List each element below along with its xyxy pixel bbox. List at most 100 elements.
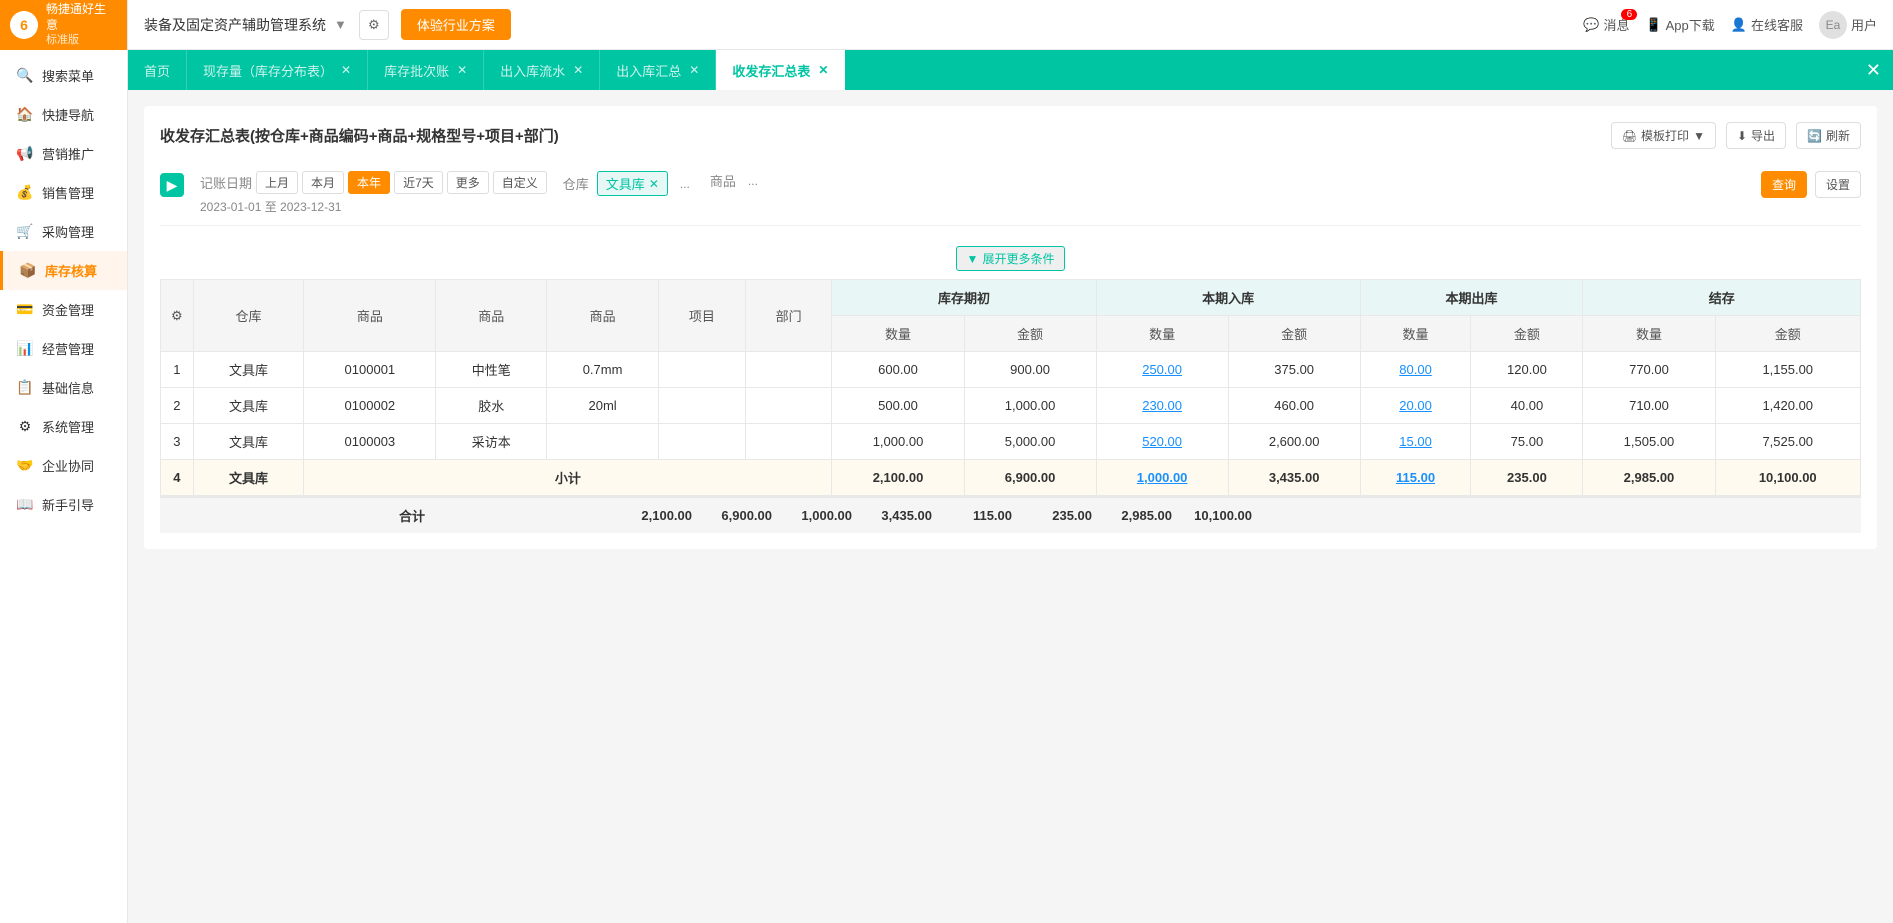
sidebar-item-finance[interactable]: 💳 资金管理 (0, 290, 127, 329)
sidebar-item-inventory[interactable]: 📦 库存核算 (0, 251, 127, 290)
sidebar-item-system[interactable]: ⚙ 系统管理 (0, 407, 127, 446)
footer-row: 合计 2,100.00 6,900.00 1,000.00 3,435.00 1… (170, 506, 1851, 525)
table-footer: 合计 2,100.00 6,900.00 1,000.00 3,435.00 1… (160, 496, 1861, 533)
filter-toggle-btn[interactable]: ▶ (160, 173, 184, 197)
date-btn-this-month[interactable]: 本月 (302, 171, 344, 194)
subtotal-out-qty[interactable]: 115.00 (1360, 460, 1471, 496)
row-in-qty[interactable]: 230.00 (1096, 388, 1228, 424)
date-btn-last-month[interactable]: 上月 (256, 171, 298, 194)
row-open-qty: 500.00 (832, 388, 964, 424)
row-in-qty[interactable]: 250.00 (1096, 352, 1228, 388)
export-icon: ⬇ (1737, 129, 1747, 143)
row-out-qty[interactable]: 15.00 (1360, 424, 1471, 460)
tab-home[interactable]: 首页 (128, 50, 187, 90)
footer-bal-amt: 10,100.00 (1182, 508, 1262, 523)
title-dropdown-icon[interactable]: ▼ (334, 17, 347, 32)
table-settings-icon[interactable]: ⚙ (171, 308, 183, 323)
subtotal-label: 小计 (304, 460, 832, 496)
table-wrapper: ⚙ 仓库 商品 商品 商品 项目 部门 库存期初 本期入库 本期出库 结存 (160, 279, 1861, 496)
page-card: 收发存汇总表(按仓库+商品编码+商品+规格型号+项目+部门) 🖨 模板打印 ▼ … (144, 106, 1877, 549)
settings-btn[interactable]: 设置 (1815, 171, 1861, 198)
close-all-tabs-btn[interactable]: ✕ (1854, 60, 1893, 81)
warehouse-filter-label: 仓库 (563, 174, 589, 193)
guide-icon: 📖 (16, 496, 34, 514)
row-out-amt: 40.00 (1471, 388, 1583, 424)
tab-close-recv_summary[interactable]: ✕ (818, 63, 828, 77)
date-btn-this-year[interactable]: 本年 (348, 171, 390, 194)
row-open-amt: 5,000.00 (964, 424, 1096, 460)
footer-total-label: 合计 (202, 506, 622, 525)
sidebar-item-collab[interactable]: 🤝 企业协同 (0, 446, 127, 485)
warehouse-tag-text: 文具库 (606, 174, 645, 193)
date-btn-more[interactable]: 更多 (447, 171, 489, 194)
online-service-label: 在线客服 (1751, 15, 1803, 34)
sidebar-item-basic[interactable]: 📋 基础信息 (0, 368, 127, 407)
tab-inout_summary[interactable]: 出入库汇总✕ (600, 50, 716, 90)
user-btn[interactable]: Ea 用户 (1819, 11, 1877, 39)
page-actions: 🖨 模板打印 ▼ ⬇ 导出 🔄 刷新 (1611, 122, 1861, 149)
row-bal-amt: 1,420.00 (1715, 388, 1861, 424)
sidebar-item-label-operation: 经营管理 (42, 339, 94, 358)
subtotal-in-qty[interactable]: 1,000.00 (1096, 460, 1228, 496)
tab-close-stock_dist[interactable]: ✕ (341, 63, 351, 77)
print-btn[interactable]: 🖨 模板打印 ▼ (1611, 122, 1716, 149)
tab-inout_flow[interactable]: 出入库流水✕ (484, 50, 600, 90)
online-service-btn[interactable]: 👤 在线客服 (1731, 15, 1803, 34)
subtotal-out-amt: 235.00 (1471, 460, 1583, 496)
row-in-qty[interactable]: 520.00 (1096, 424, 1228, 460)
row-bal-qty: 710.00 (1583, 388, 1715, 424)
goods-more-btn[interactable]: ... (744, 172, 762, 190)
sidebar-item-operation[interactable]: 📊 经营管理 (0, 329, 127, 368)
settings-gear-button[interactable]: ⚙ (359, 10, 389, 40)
filter-bar: ▶ 记账日期 上月 本月 本年 近7天 更多 自定义 2023-01-01 至 … (160, 161, 1861, 226)
date-btn-7days[interactable]: 近7天 (394, 171, 443, 194)
export-btn[interactable]: ⬇ 导出 (1726, 122, 1786, 149)
subtotal-row: 4 文具库 小计 2,100.00 6,900.00 1,000.00 3,43… (161, 460, 1861, 496)
query-btn[interactable]: 查询 (1761, 171, 1807, 198)
system-title-area: 装备及固定资产辅助管理系统 ▼ (144, 15, 347, 35)
message-icon: 💬 (1583, 17, 1599, 33)
message-badge: 6 (1621, 9, 1637, 20)
tab-stock_dist[interactable]: 现存量（库存分布表）✕ (187, 50, 368, 90)
table-row: 3 文具库 0100003 采访本 1,000.00 5,000.00 520.… (161, 424, 1861, 460)
row-bal-qty: 770.00 (1583, 352, 1715, 388)
trial-btn[interactable]: 体验行业方案 (401, 9, 511, 40)
app-download-btn[interactable]: 📱 App下载 (1645, 15, 1714, 34)
col-open-amt-header: 金额 (964, 316, 1096, 352)
warehouse-tag-remove-btn[interactable]: ✕ (649, 177, 659, 191)
sidebar-item-purchase[interactable]: 🛒 采购管理 (0, 212, 127, 251)
subtotal-bal-qty: 2,985.00 (1583, 460, 1715, 496)
sidebar-item-label-quick_nav: 快捷导航 (42, 105, 94, 124)
row-out-qty[interactable]: 80.00 (1360, 352, 1471, 388)
user-label: 用户 (1851, 15, 1877, 34)
date-filter-top: 记账日期 上月 本月 本年 近7天 更多 自定义 (200, 171, 547, 194)
message-btn[interactable]: 💬 消息 6 (1583, 15, 1629, 34)
col-open-qty-header: 数量 (832, 316, 964, 352)
tab-recv_summary[interactable]: 收发存汇总表✕ (716, 50, 845, 90)
sidebar-item-label-search: 搜索菜单 (42, 66, 94, 85)
row-out-qty[interactable]: 20.00 (1360, 388, 1471, 424)
tab-close-inout_flow[interactable]: ✕ (573, 63, 583, 77)
refresh-icon: 🔄 (1807, 129, 1822, 143)
sidebar-item-marketing[interactable]: 📢 营销推广 (0, 134, 127, 173)
date-btn-custom[interactable]: 自定义 (493, 171, 547, 194)
expand-more-conditions-btn[interactable]: ▼ 展开更多条件 (956, 246, 1066, 271)
sidebar-item-quick_nav[interactable]: 🏠 快捷导航 (0, 95, 127, 134)
sidebar-item-sales[interactable]: 💰 销售管理 (0, 173, 127, 212)
col-goods-code-header: 商品 (304, 280, 436, 352)
tab-close-inout_summary[interactable]: ✕ (689, 63, 699, 77)
row-project (659, 352, 746, 388)
sidebar-item-guide[interactable]: 📖 新手引导 (0, 485, 127, 524)
service-icon: 👤 (1731, 17, 1747, 33)
footer-open-amt: 6,900.00 (702, 508, 782, 523)
warehouse-more-btn[interactable]: ... (676, 175, 694, 193)
operation-icon: 📊 (16, 340, 34, 358)
tab-close-batch[interactable]: ✕ (457, 63, 467, 77)
warehouse-filter-group: 仓库 文具库 ✕ ... (563, 171, 694, 196)
sidebar-item-search[interactable]: 🔍 搜索菜单 (0, 56, 127, 95)
tab-label-home: 首页 (144, 61, 170, 80)
refresh-btn[interactable]: 🔄 刷新 (1796, 122, 1861, 149)
sidebar-item-label-guide: 新手引导 (42, 495, 94, 514)
tab-batch[interactable]: 库存批次账✕ (368, 50, 484, 90)
col-in-amt-header: 金额 (1228, 316, 1360, 352)
